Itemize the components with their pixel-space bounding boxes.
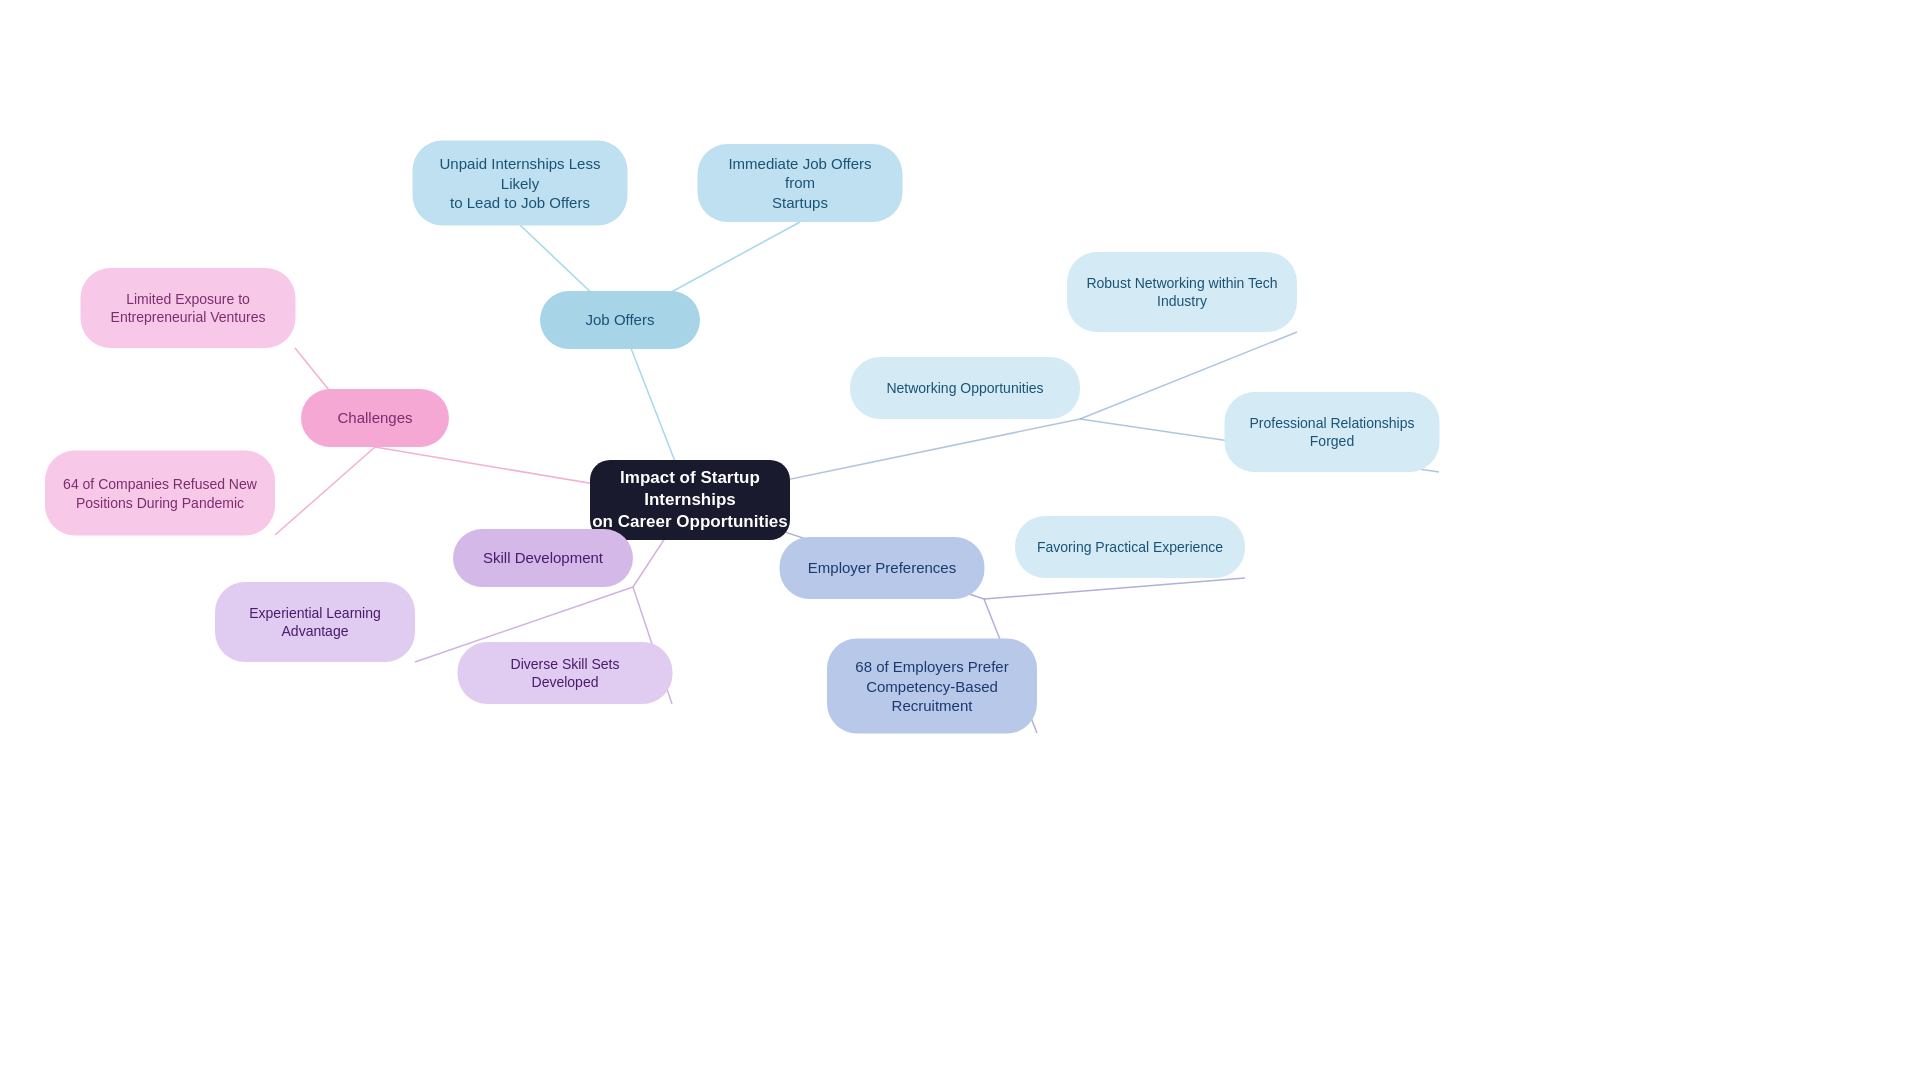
immediate-node: Immediate Job Offers from Startups [698,144,903,222]
challenges-label: Challenges [337,408,412,428]
networking-label: Networking Opportunities [886,379,1043,397]
robust-networking-label: Robust Networking within Tech Industry [1086,274,1277,310]
limited-exposure-node: Limited Exposure to Entrepreneurial Vent… [81,268,296,348]
limited-exposure-label: Limited Exposure to Entrepreneurial Vent… [111,290,266,326]
favoring-practical-node: Favoring Practical Experience [1015,516,1245,578]
svg-line-10 [984,578,1245,599]
svg-line-5 [275,447,375,535]
companies-refused-label: 64 of Companies Refused New Positions Du… [63,475,257,511]
employer-preferences-node: Employer Preferences [780,537,985,599]
skill-development-label: Skill Development [483,548,603,568]
employers-prefer-node: 68 of Employers Prefer Competency-Based … [827,639,1037,734]
robust-networking-node: Robust Networking within Tech Industry [1067,252,1297,332]
diverse-skills-node: Diverse Skill Sets Developed [458,642,673,704]
center-node: Impact of Startup Internships on Career … [590,460,790,540]
challenges-node: Challenges [301,389,449,447]
professional-relationships-label: Professional Relationships Forged [1250,414,1415,450]
experiential-learning-label: Experiential Learning Advantage [249,604,381,640]
skill-development-node: Skill Development [453,529,633,587]
immediate-label: Immediate Job Offers from Startups [718,154,883,213]
job-offers-node: Job Offers [540,291,700,349]
experiential-learning-node: Experiential Learning Advantage [215,582,415,662]
favoring-practical-label: Favoring Practical Experience [1037,538,1223,556]
employer-preferences-label: Employer Preferences [808,558,956,578]
companies-refused-node: 64 of Companies Refused New Positions Du… [45,451,275,536]
unpaid-node: Unpaid Internships Less Likely to Lead t… [413,141,628,226]
professional-relationships-node: Professional Relationships Forged [1225,392,1440,472]
employers-prefer-label: 68 of Employers Prefer Competency-Based … [855,657,1008,716]
networking-node: Networking Opportunities [850,357,1080,419]
center-label: Impact of Startup Internships on Career … [590,467,790,533]
unpaid-label: Unpaid Internships Less Likely to Lead t… [433,154,608,213]
diverse-skills-label: Diverse Skill Sets Developed [476,655,655,691]
job-offers-label: Job Offers [586,310,655,330]
